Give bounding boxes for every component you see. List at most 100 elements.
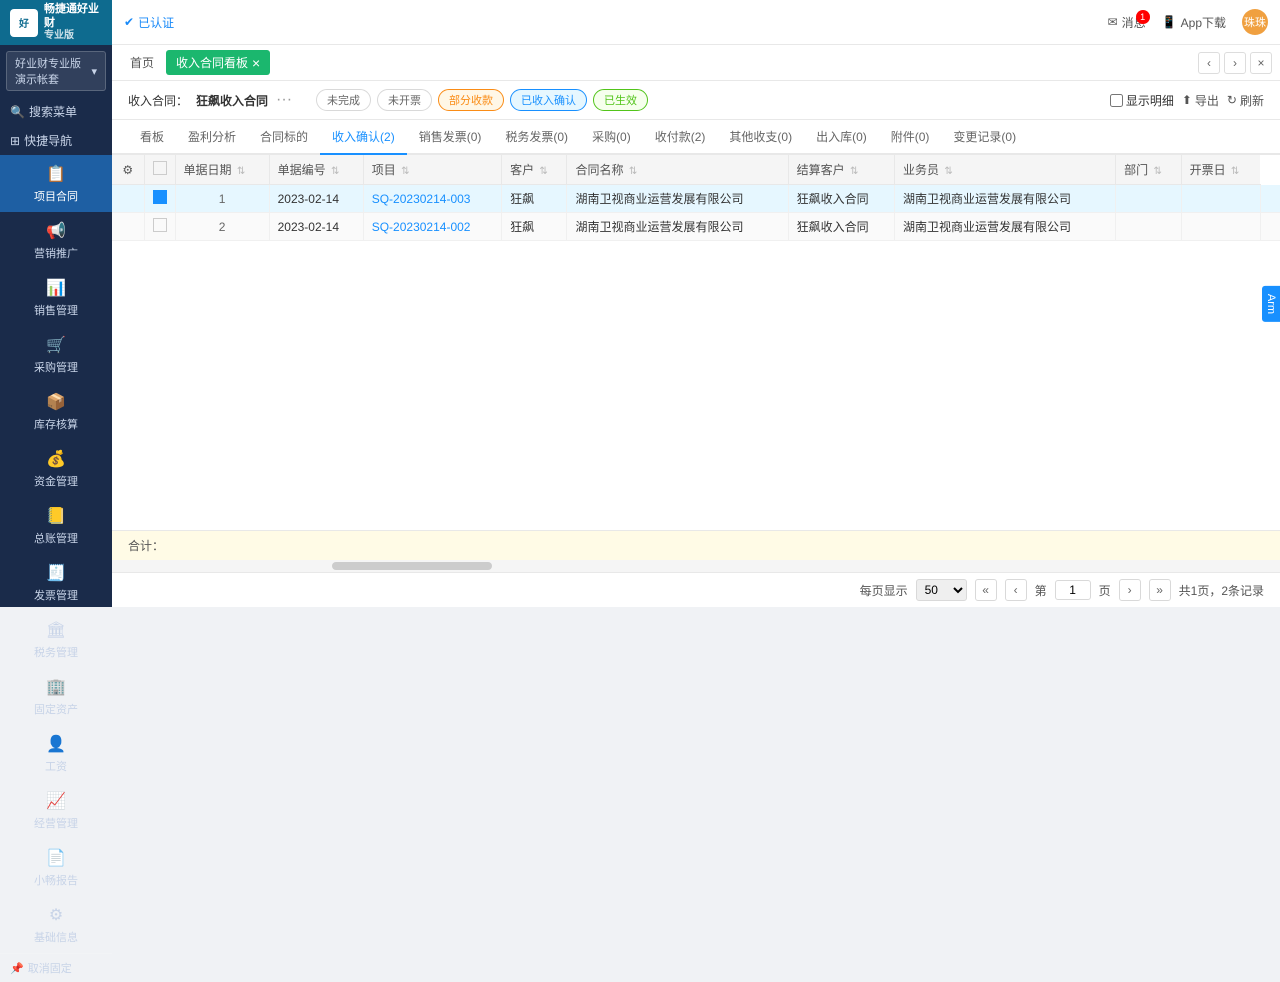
message-badge: 1: [1136, 10, 1150, 24]
show-detail-checkbox[interactable]: 显示明细: [1110, 92, 1174, 109]
inner-tab-盈利分析[interactable]: 盈利分析: [176, 120, 248, 155]
logo-sub: 专业版: [44, 30, 102, 42]
tab-close-icon[interactable]: ×: [252, 56, 260, 70]
table-row[interactable]: 2 2023-02-14 SQ-20230214-002 狂飙 湖南卫视商业运营…: [112, 213, 1280, 241]
app-download-btn[interactable]: 📱 App下载: [1162, 14, 1226, 31]
first-page-btn[interactable]: «: [975, 579, 997, 601]
prev-page-btn[interactable]: ‹: [1005, 579, 1027, 601]
show-detail-input[interactable]: [1110, 94, 1123, 107]
tab-prev-btn[interactable]: ‹: [1198, 52, 1220, 74]
tab-close-all-btn[interactable]: ×: [1250, 52, 1272, 74]
next-page-btn[interactable]: ›: [1119, 579, 1141, 601]
row-contract: 狂飙收入合同: [788, 185, 894, 213]
inner-tab-合同标的[interactable]: 合同标的: [248, 120, 320, 155]
settings-icon[interactable]: ⚙: [122, 163, 133, 177]
current-page-input[interactable]: [1055, 580, 1091, 600]
sidebar-item-invoice_mgr[interactable]: 🧾发票管理: [0, 554, 112, 611]
sidebar-item-label-inventory: 库存核算: [34, 416, 78, 432]
status-btn-未完成[interactable]: 未完成: [316, 89, 371, 111]
sidebar-item-label-biz_mgr: 经营管理: [34, 815, 78, 831]
more-options-btn[interactable]: ···: [276, 91, 292, 109]
sidebar-item-finance[interactable]: 💰资金管理: [0, 440, 112, 497]
phone-icon: 📱: [1162, 15, 1177, 29]
select-all-checkbox[interactable]: [153, 161, 167, 175]
message-btn[interactable]: ✉ 消息 1: [1108, 14, 1146, 31]
scrollbar-thumb[interactable]: [332, 562, 492, 570]
sidebar-item-hr[interactable]: 👤 工资: [0, 725, 112, 782]
table-row[interactable]: 1 2023-02-14 SQ-20230214-003 狂飙 湖南卫视商业运营…: [112, 185, 1280, 213]
row-customer: 湖南卫视商业运营发展有限公司: [567, 213, 788, 241]
row-gear: [112, 185, 144, 213]
sidebar-item-biz_mgr[interactable]: 📈经营管理: [0, 782, 112, 839]
quick-nav-btn[interactable]: ⊞ 快捷导航: [0, 126, 112, 155]
hr-icon: 👤: [45, 733, 67, 755]
last-page-btn[interactable]: »: [1149, 579, 1171, 601]
row-checkbox[interactable]: [153, 190, 167, 204]
inner-tab-变更记录[interactable]: 变更记录(0): [941, 120, 1028, 155]
export-btn[interactable]: ⬆ 导出: [1182, 92, 1219, 109]
sort-icon-salesperson: ⇅: [944, 166, 952, 177]
export-icon: ⬆: [1182, 93, 1192, 107]
status-btn-未开票[interactable]: 未开票: [377, 89, 432, 111]
status-btn-已生效[interactable]: 已生效: [593, 89, 648, 111]
company-selector-label: 好业财专业版演示帐套: [15, 55, 87, 87]
horizontal-scrollbar[interactable]: [112, 560, 1280, 572]
row-project: 狂飙: [502, 185, 567, 213]
contract-prefix: 收入合同：: [128, 92, 188, 109]
status-btn-部分收款[interactable]: 部分收款: [438, 89, 504, 111]
check-col: [144, 155, 175, 185]
sidebar-item-fixed_assets[interactable]: 🏢固定资产: [0, 668, 112, 725]
row-checkbox[interactable]: [153, 218, 167, 232]
row-salesperson: [1116, 185, 1181, 213]
refresh-btn[interactable]: ↻ 刷新: [1227, 92, 1264, 109]
active-tab[interactable]: 收入合同看板 ×: [166, 50, 270, 75]
sidebar-item-general[interactable]: 📒总账管理: [0, 497, 112, 554]
sidebar-item-tax[interactable]: 🏛税务管理: [0, 611, 112, 668]
sidebar-item-project[interactable]: 📋项目合同: [0, 155, 112, 212]
inner-tab-附件[interactable]: 附件(0): [879, 120, 942, 155]
th-docno: 单据编号 ⇅: [269, 155, 363, 185]
inner-tab-收入确认[interactable]: 收入确认(2): [320, 120, 407, 155]
sidebar-item-inventory[interactable]: 📦库存核算: [0, 383, 112, 440]
inner-tab-采购[interactable]: 采购(0): [580, 120, 643, 155]
inner-tab-其他收支[interactable]: 其他收支(0): [717, 120, 804, 155]
inner-tabs: 看板盈利分析合同标的收入确认(2)销售发票(0)税务发票(0)采购(0)收付款(…: [112, 120, 1280, 155]
tab-next-btn[interactable]: ›: [1224, 52, 1246, 74]
row-opendate: [1260, 185, 1280, 213]
home-tab[interactable]: 首页: [120, 50, 164, 75]
contract-header: 收入合同： 狂飙收入合同 ··· 未完成未开票部分收款已收入确认已生效 显示明细…: [112, 81, 1280, 120]
doc-no-link[interactable]: SQ-20230214-003: [372, 192, 471, 206]
inner-tab-出入库[interactable]: 出入库(0): [804, 120, 879, 155]
unpin-btn[interactable]: 📌 取消固定: [0, 954, 112, 982]
right-edge-note[interactable]: Arm: [1262, 285, 1280, 321]
user-avatar[interactable]: 珠珠: [1242, 9, 1268, 35]
marketing-icon: 📢: [45, 220, 67, 242]
inner-tab-收付款[interactable]: 收付款(2): [643, 120, 718, 155]
row-customer: 湖南卫视商业运营发展有限公司: [567, 185, 788, 213]
sidebar-item-report[interactable]: 📄小畅报告: [0, 839, 112, 896]
sort-icon-settle: ⇅: [850, 166, 858, 177]
status-btn-已收入确认[interactable]: 已收入确认: [510, 89, 587, 111]
sidebar-item-sales[interactable]: 📊销售管理: [0, 269, 112, 326]
doc-no-link[interactable]: SQ-20230214-002: [372, 220, 471, 234]
inner-tab-看板[interactable]: 看板: [128, 120, 176, 155]
show-detail-label: 显示明细: [1126, 92, 1174, 109]
inner-tab-税务发票[interactable]: 税务发票(0): [493, 120, 580, 155]
basic-icon: ⚙: [45, 904, 67, 926]
export-label: 导出: [1195, 92, 1219, 109]
sidebar-item-marketing[interactable]: 📢营销推广: [0, 212, 112, 269]
search-menu-btn[interactable]: 🔍 搜索菜单: [0, 97, 112, 126]
general-icon: 📒: [45, 505, 67, 527]
inner-tab-销售发票[interactable]: 销售发票(0): [407, 120, 494, 155]
sidebar-item-purchase[interactable]: 🛒采购管理: [0, 326, 112, 383]
avatar: 珠珠: [1242, 9, 1268, 35]
per-page-select[interactable]: 50 100 200: [916, 579, 967, 601]
company-selector[interactable]: 好业财专业版演示帐套 ▾: [6, 51, 106, 91]
tax-icon: 🏛: [45, 619, 67, 641]
sidebar-item-label-hr: 工资: [45, 758, 67, 774]
active-tab-label: 收入合同看板: [176, 54, 248, 71]
sort-icon-project: ⇅: [401, 166, 409, 177]
sidebar-item-basic[interactable]: ⚙基础信息: [0, 896, 112, 953]
sidebar-item-label-invoice_mgr: 发票管理: [34, 587, 78, 603]
sort-icon-customer: ⇅: [539, 166, 547, 177]
